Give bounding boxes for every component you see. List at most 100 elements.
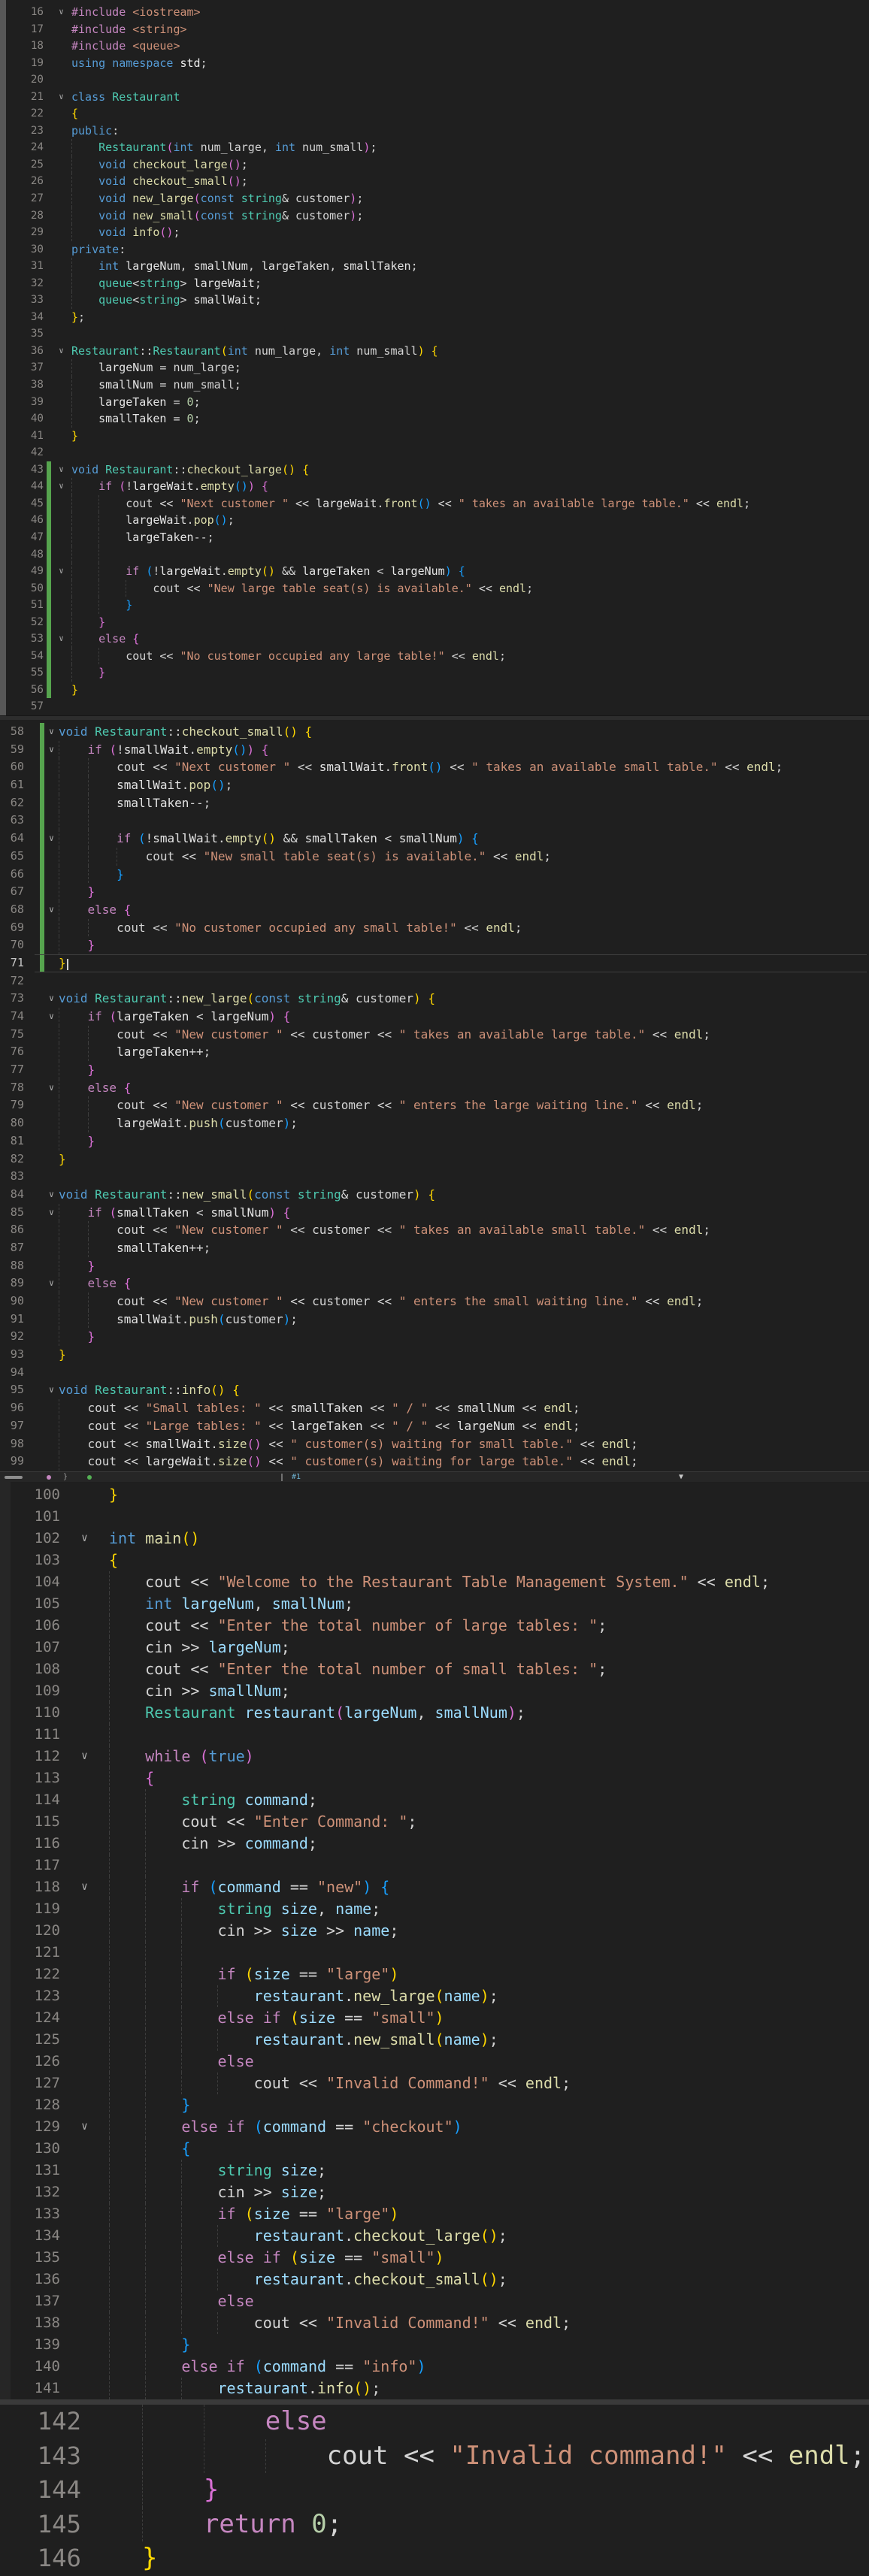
line-number[interactable]: 89 xyxy=(0,1274,24,1293)
line-number[interactable]: 44 xyxy=(0,478,44,495)
code-line[interactable]: 46 largeWait.pop(); xyxy=(0,512,869,529)
line-number[interactable]: 91 xyxy=(0,1311,24,1329)
line-number[interactable]: 118 xyxy=(0,1876,60,1898)
code-line[interactable]: 24 Restaurant(int num_large, int num_sma… xyxy=(0,139,869,156)
code-line[interactable]: 81 } xyxy=(0,1132,869,1150)
fold-chevron-icon[interactable]: ∨ xyxy=(51,478,71,495)
line-number[interactable]: 62 xyxy=(0,794,24,812)
code-line[interactable]: 16 ∨ #include <iostream> xyxy=(0,4,869,21)
code-line[interactable]: 84 ∨ void Restaurant::new_small(const stri… xyxy=(0,1186,869,1204)
line-number[interactable]: 16 xyxy=(0,4,44,21)
line-number[interactable]: 115 xyxy=(0,1811,60,1833)
line-number[interactable]: 117 xyxy=(0,1855,60,1876)
code-line[interactable]: 101 xyxy=(0,1506,869,1528)
code-line[interactable]: 56} xyxy=(0,681,869,699)
code-line[interactable]: 25 void checkout_large(); xyxy=(0,156,869,174)
line-number[interactable]: 133 xyxy=(0,2203,60,2225)
code-line[interactable]: 33 queue<string> smallWait; xyxy=(0,292,869,309)
code-line[interactable]: 90 cout << "New customer " << customer <… xyxy=(0,1293,869,1311)
line-number[interactable]: 132 xyxy=(0,2181,60,2203)
code-line[interactable]: 97 cout << "Large tables: " << largeTake… xyxy=(0,1416,869,1435)
line-number[interactable]: 121 xyxy=(0,1942,60,1964)
code-line[interactable]: 129 ∨ else if (command == "checkout") xyxy=(0,2116,869,2138)
line-number[interactable]: 135 xyxy=(0,2247,60,2269)
fold-chevron-icon[interactable]: ∨ xyxy=(44,1008,59,1026)
code-line[interactable]: 40 smallTaken = 0; xyxy=(0,410,869,428)
line-number[interactable]: 96 xyxy=(0,1399,24,1417)
line-number[interactable]: 142 xyxy=(0,2405,81,2439)
line-number[interactable]: 26 xyxy=(0,173,44,190)
code-line[interactable]: 38 smallNum = num_small; xyxy=(0,376,869,394)
line-number[interactable]: 116 xyxy=(0,1833,60,1855)
line-number[interactable]: 102 xyxy=(0,1528,60,1550)
line-number[interactable]: 98 xyxy=(0,1435,24,1453)
line-number[interactable]: 23 xyxy=(0,122,44,140)
code-line[interactable]: 32 queue<string> largeWait; xyxy=(0,274,869,292)
code-line[interactable]: 19 using namespace std; xyxy=(0,55,869,72)
code-line[interactable]: 92 } xyxy=(0,1328,869,1347)
line-number[interactable]: 122 xyxy=(0,1964,60,1985)
line-number[interactable]: 56 xyxy=(0,682,44,699)
line-number[interactable]: 111 xyxy=(0,1724,60,1746)
line-number[interactable]: 30 xyxy=(0,241,44,259)
code-line[interactable]: 17 #include <string> xyxy=(0,21,869,38)
line-number[interactable]: 126 xyxy=(0,2051,60,2073)
code-line[interactable]: 82} xyxy=(0,1150,869,1169)
code-line[interactable]: 48 xyxy=(0,546,869,564)
code-line[interactable]: 66 } xyxy=(0,865,869,884)
fold-chevron-icon[interactable]: ∨ xyxy=(44,1381,59,1399)
line-number[interactable]: 137 xyxy=(0,2290,60,2312)
code-line[interactable]: 127 cout << "Invalid Command!" << endl; xyxy=(0,2073,869,2094)
line-number[interactable]: 34 xyxy=(0,309,44,326)
code-line[interactable]: 74 ∨ if (largeTaken < largeNum) { xyxy=(0,1008,869,1026)
line-number[interactable]: 73 xyxy=(0,990,24,1008)
code-line[interactable]: 52 } xyxy=(0,613,869,631)
line-number[interactable]: 29 xyxy=(0,224,44,241)
code-line[interactable]: 119 string size, name; xyxy=(0,1898,869,1920)
code-line[interactable]: 63 xyxy=(0,812,869,830)
code-line[interactable]: 111 xyxy=(0,1724,869,1746)
line-number[interactable]: 21 xyxy=(0,89,44,106)
code-line[interactable]: 79 cout << "New customer " << customer <… xyxy=(0,1096,869,1115)
line-number[interactable]: 112 xyxy=(0,1746,60,1767)
line-number[interactable]: 131 xyxy=(0,2160,60,2181)
code-line[interactable]: 117 xyxy=(0,1855,869,1876)
fold-chevron-icon[interactable]: ∨ xyxy=(44,1079,59,1097)
line-number[interactable]: 77 xyxy=(0,1061,24,1079)
code-line[interactable]: 65 cout << "New small table seat(s) is a… xyxy=(0,847,869,866)
code-line[interactable]: 36 ∨ Restaurant::Restaurant(int num_large,… xyxy=(0,343,869,360)
line-number[interactable]: 92 xyxy=(0,1328,24,1346)
line-number[interactable]: 36 xyxy=(0,343,44,360)
fold-chevron-icon[interactable]: ∨ xyxy=(44,1274,59,1293)
line-number[interactable]: 146 xyxy=(0,2541,81,2576)
code-line[interactable]: 68 ∨ else { xyxy=(0,900,869,919)
line-number[interactable]: 68 xyxy=(0,901,24,919)
line-number[interactable]: 136 xyxy=(0,2269,60,2290)
code-line[interactable]: 44 ∨ if (!largeWait.empty()) { xyxy=(0,478,869,495)
line-number[interactable]: 46 xyxy=(0,512,44,529)
line-number[interactable]: 20 xyxy=(0,71,44,89)
line-number[interactable]: 123 xyxy=(0,1985,60,2007)
code-line[interactable]: 51 } xyxy=(0,597,869,614)
code-line[interactable]: 75 cout << "New customer " << customer <… xyxy=(0,1025,869,1044)
code-line[interactable]: 106 cout << "Enter the total number of l… xyxy=(0,1615,869,1637)
line-number[interactable]: 79 xyxy=(0,1096,24,1114)
code-line[interactable]: 126 else xyxy=(0,2051,869,2073)
line-number[interactable]: 83 xyxy=(0,1168,24,1186)
code-line[interactable]: 104 cout << "Welcome to the Restaurant T… xyxy=(0,1571,869,1593)
code-line[interactable]: 47 largeTaken--; xyxy=(0,528,869,546)
code-line[interactable]: 54 cout << "No customer occupied any lar… xyxy=(0,647,869,665)
code-line[interactable]: 137 else xyxy=(0,2290,869,2312)
code-line[interactable]: 72 xyxy=(0,972,869,990)
line-number[interactable]: 28 xyxy=(0,207,44,225)
code-line[interactable]: 83 xyxy=(0,1168,869,1186)
line-number[interactable]: 51 xyxy=(0,597,44,614)
line-number[interactable]: 49 xyxy=(0,563,44,580)
code-line[interactable]: 77 } xyxy=(0,1061,869,1079)
line-number[interactable]: 63 xyxy=(0,812,24,830)
line-number[interactable]: 100 xyxy=(0,1484,60,1506)
line-number[interactable]: 103 xyxy=(0,1550,60,1571)
line-number[interactable]: 138 xyxy=(0,2312,60,2334)
code-line[interactable]: 18 #include <queue> xyxy=(0,38,869,55)
code-line[interactable]: 125 restaurant.new_small(name); xyxy=(0,2029,869,2051)
